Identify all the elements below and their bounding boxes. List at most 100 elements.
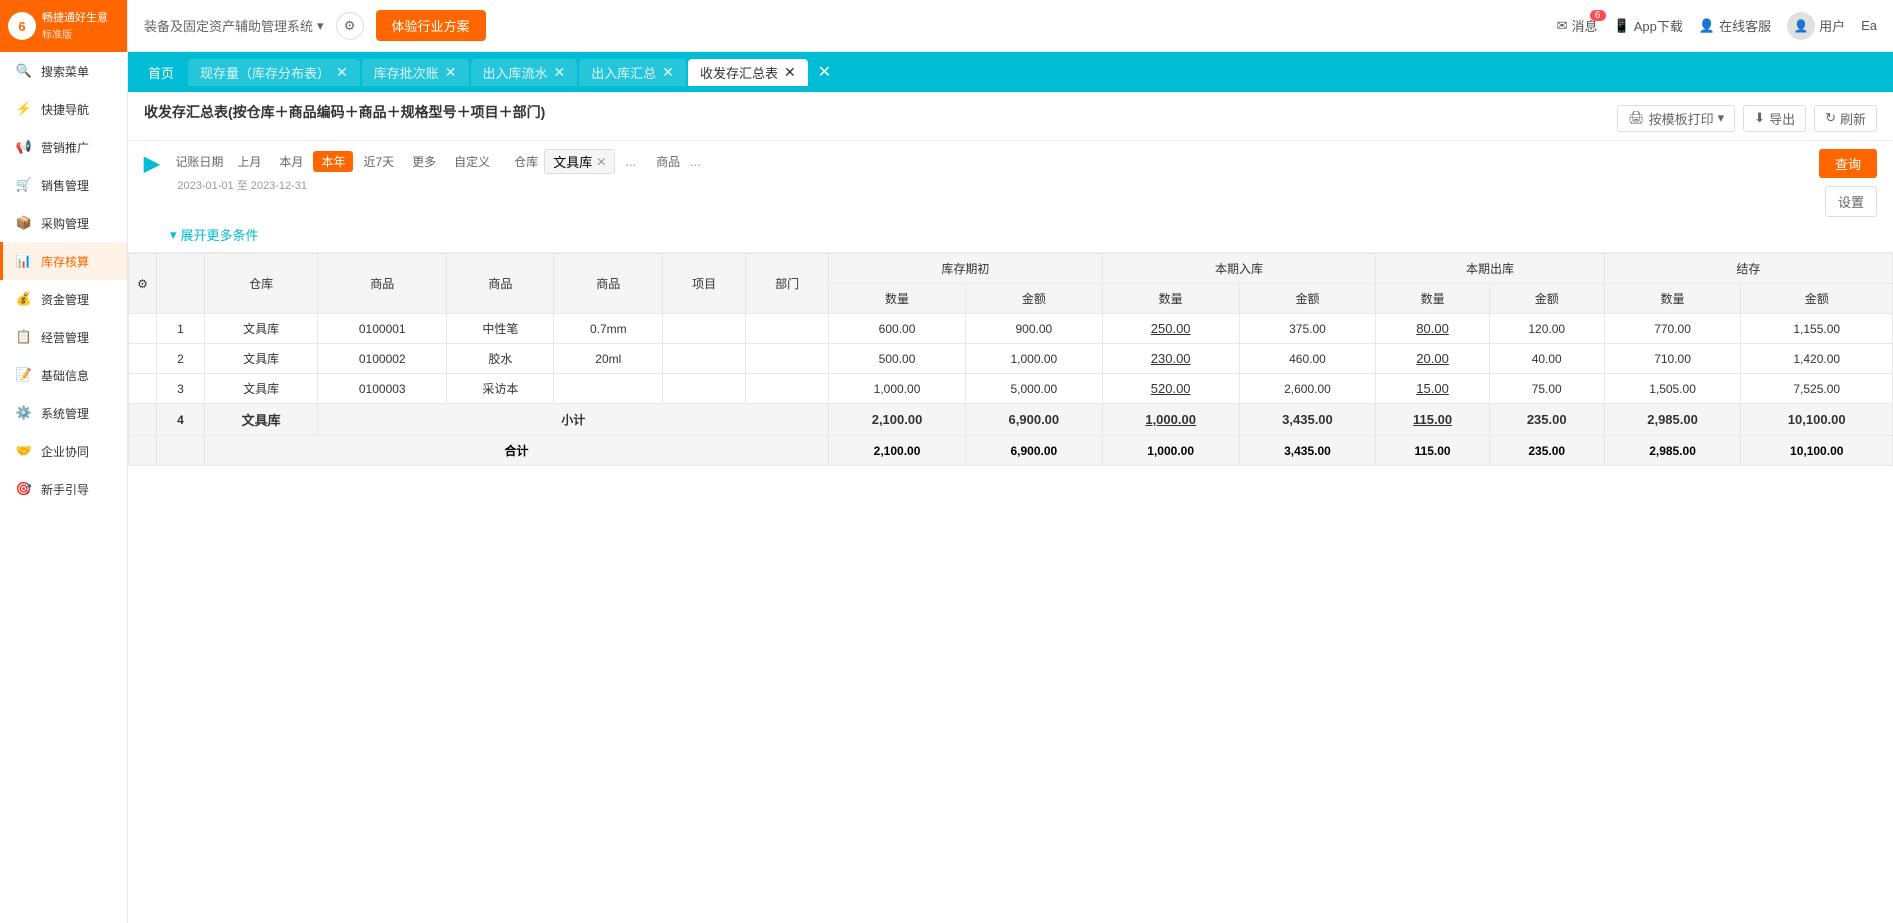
tab-inventory[interactable]: 现存量（库存分布表） ✕: [188, 59, 360, 86]
row-out-qty[interactable]: 80.00: [1376, 314, 1489, 344]
tab-close-inventory-icon[interactable]: ✕: [336, 65, 348, 79]
sidebar-item-business[interactable]: 📋 经营管理: [0, 318, 127, 356]
collab-icon: 🤝: [15, 442, 33, 460]
tab-label-inout_flow: 出入库流水: [483, 63, 548, 82]
row-in-qty[interactable]: 230.00: [1102, 344, 1239, 374]
row-in-qty[interactable]: 250.00: [1102, 314, 1239, 344]
export-button[interactable]: ⬇ 导出: [1743, 105, 1806, 132]
date-btn-上月[interactable]: 上月: [229, 151, 269, 172]
sidebar-item-marketing[interactable]: 📢 营销推广: [0, 128, 127, 166]
date-btn-更多[interactable]: 更多: [404, 151, 444, 172]
tab-close-batch-icon[interactable]: ✕: [445, 65, 457, 79]
expand-icon: ▾: [170, 227, 177, 243]
col-warehouse-header: 仓库: [204, 254, 317, 314]
total-balance-amt: 10,100.00: [1741, 436, 1893, 466]
col-dept-header: 部门: [746, 254, 829, 314]
date-btn-本年[interactable]: 本年: [313, 151, 353, 172]
dropdown-arrow-icon: ▾: [317, 18, 324, 34]
tab-close-recv_summary-icon[interactable]: ✕: [784, 65, 796, 79]
row-opening-amt: 5,000.00: [965, 374, 1102, 404]
row-spec: [554, 374, 663, 404]
close-tab-main-icon[interactable]: ✕: [818, 62, 831, 82]
sidebar-label-finance: 资金管理: [41, 291, 89, 308]
warehouse-tag[interactable]: 文具库 ✕: [544, 149, 615, 174]
table-row: 2 文具库 0100002 胶水 20ml 500.00 1,000.00 23…: [129, 344, 1893, 374]
extra-action[interactable]: Ea: [1861, 18, 1877, 33]
tab-label-inventory: 现存量（库存分布表）: [200, 63, 330, 82]
app-download-action[interactable]: 📱 App下载: [1614, 16, 1683, 35]
date-btn-近7天[interactable]: 近7天: [355, 151, 402, 172]
sidebar-item-finance[interactable]: 💰 资金管理: [0, 280, 127, 318]
online-service-action[interactable]: 👤 在线客服: [1699, 16, 1771, 35]
inventory-icon: 📊: [15, 252, 33, 270]
tab-batch[interactable]: 库存批次账✕: [362, 59, 469, 86]
date-btn-本月[interactable]: 本月: [271, 151, 311, 172]
row-in-amt: 2,600.00: [1239, 374, 1376, 404]
quick-icon: ⚡: [15, 100, 33, 118]
warehouse-tag-close-icon[interactable]: ✕: [596, 155, 606, 169]
guide-icon: 🎯: [15, 480, 33, 498]
total-in-qty: 1,000.00: [1102, 436, 1239, 466]
sidebar-item-quick[interactable]: ⚡ 快捷导航: [0, 90, 127, 128]
date-range-display: 2023-01-01 至 2023-12-31: [177, 177, 1803, 193]
tab-close-inout_flow-icon[interactable]: ✕: [554, 65, 566, 79]
total-out-qty: 115.00: [1376, 436, 1489, 466]
total-opening-amt: 6,900.00: [965, 436, 1102, 466]
tab-home[interactable]: 首页: [136, 59, 186, 86]
tab-inout_summary[interactable]: 出入库汇总 ✕: [579, 59, 686, 86]
tab-label-inout_summary: 出入库汇总: [591, 63, 656, 82]
try-industry-button[interactable]: 体验行业方案: [376, 10, 486, 41]
sidebar-item-purchase[interactable]: 📦 采购管理: [0, 204, 127, 242]
chevron-down-icon: ▾: [1718, 110, 1725, 126]
expand-more-conditions[interactable]: ▾ 展开更多条件: [170, 225, 1877, 244]
row-dept: [746, 374, 829, 404]
refresh-button[interactable]: ↻ 刷新: [1814, 105, 1877, 132]
row-seq: 3: [157, 374, 205, 404]
page-title-bar: 收发存汇总表(按仓库＋商品编码＋商品＋规格型号＋项目＋部门) 🖨 按模板打印 ▾…: [128, 92, 1893, 141]
print-template-button[interactable]: 🖨 按模板打印 ▾: [1617, 105, 1735, 132]
row-out-qty[interactable]: 20.00: [1376, 344, 1489, 374]
row-balance-qty: 1,505.00: [1604, 374, 1741, 404]
row-warehouse: 文具库: [204, 374, 317, 404]
sidebar-item-collab[interactable]: 🤝 企业协同: [0, 432, 127, 470]
message-action[interactable]: ✉ 消息 6: [1557, 16, 1598, 35]
col-balance-header: 结存: [1604, 254, 1892, 284]
page-content: 收发存汇总表(按仓库＋商品编码＋商品＋规格型号＋项目＋部门) 🖨 按模板打印 ▾…: [128, 92, 1893, 923]
sidebar-item-guide[interactable]: 🎯 新手引导: [0, 470, 127, 508]
settings-gear-button[interactable]: ⚙: [336, 12, 364, 40]
search-icon: 🔍: [15, 62, 33, 80]
tab-inout_flow[interactable]: 出入库流水 ✕: [471, 59, 578, 86]
sidebar-item-system[interactable]: ⚙️ 系统管理: [0, 394, 127, 432]
system-selector[interactable]: 装备及固定资产辅助管理系统 ▾: [144, 16, 324, 35]
row-out-amt: 40.00: [1489, 344, 1604, 374]
top-header: 装备及固定资产辅助管理系统 ▾ ⚙ 体验行业方案 ✉ 消息 6 📱 App下载 …: [128, 0, 1893, 52]
sidebar-label-search: 搜索菜单: [41, 63, 89, 80]
query-button[interactable]: 查询: [1819, 149, 1877, 178]
sidebar-item-inventory[interactable]: 📊 库存核算: [0, 242, 127, 280]
row-in-qty[interactable]: 520.00: [1102, 374, 1239, 404]
sidebar-label-sales: 销售管理: [41, 177, 89, 194]
printer-icon: 🖨: [1628, 110, 1645, 126]
col-in-amt-header: 金额: [1239, 284, 1376, 314]
phone-icon: 📱: [1614, 18, 1630, 34]
product-more-dots[interactable]: ...: [686, 154, 705, 169]
row-balance-amt: 7,525.00: [1741, 374, 1893, 404]
data-table: ⚙ 仓库 商品 商品 商品 项目 部门 库存期初 本期入库 本期出库 结存: [128, 253, 1893, 466]
product-filter-label: 商品: [656, 153, 680, 170]
filter-toggle-icon[interactable]: ▶: [144, 151, 159, 176]
sidebar-item-sales[interactable]: 🛒 销售管理: [0, 166, 127, 204]
sidebar-item-basic[interactable]: 📝 基础信息: [0, 356, 127, 394]
tab-close-inout_summary-icon[interactable]: ✕: [662, 65, 674, 79]
date-btn-自定义[interactable]: 自定义: [446, 151, 498, 172]
warehouse-more-dots[interactable]: ...: [621, 154, 640, 169]
row-in-amt: 375.00: [1239, 314, 1376, 344]
tab-recv_summary[interactable]: 收发存汇总表✕: [688, 59, 808, 86]
col-settings-header[interactable]: ⚙: [129, 254, 157, 314]
page-settings-button[interactable]: 设置: [1825, 186, 1877, 217]
sidebar-item-search[interactable]: 🔍 搜索菜单: [0, 52, 127, 90]
user-action[interactable]: 👤 用户: [1787, 12, 1845, 40]
col-in-header: 本期入库: [1102, 254, 1376, 284]
row-out-qty[interactable]: 15.00: [1376, 374, 1489, 404]
logo-subtitle: 标准版: [42, 26, 108, 41]
total-row: 合计 2,100.00 6,900.00 1,000.00 3,435.00 1…: [129, 436, 1893, 466]
